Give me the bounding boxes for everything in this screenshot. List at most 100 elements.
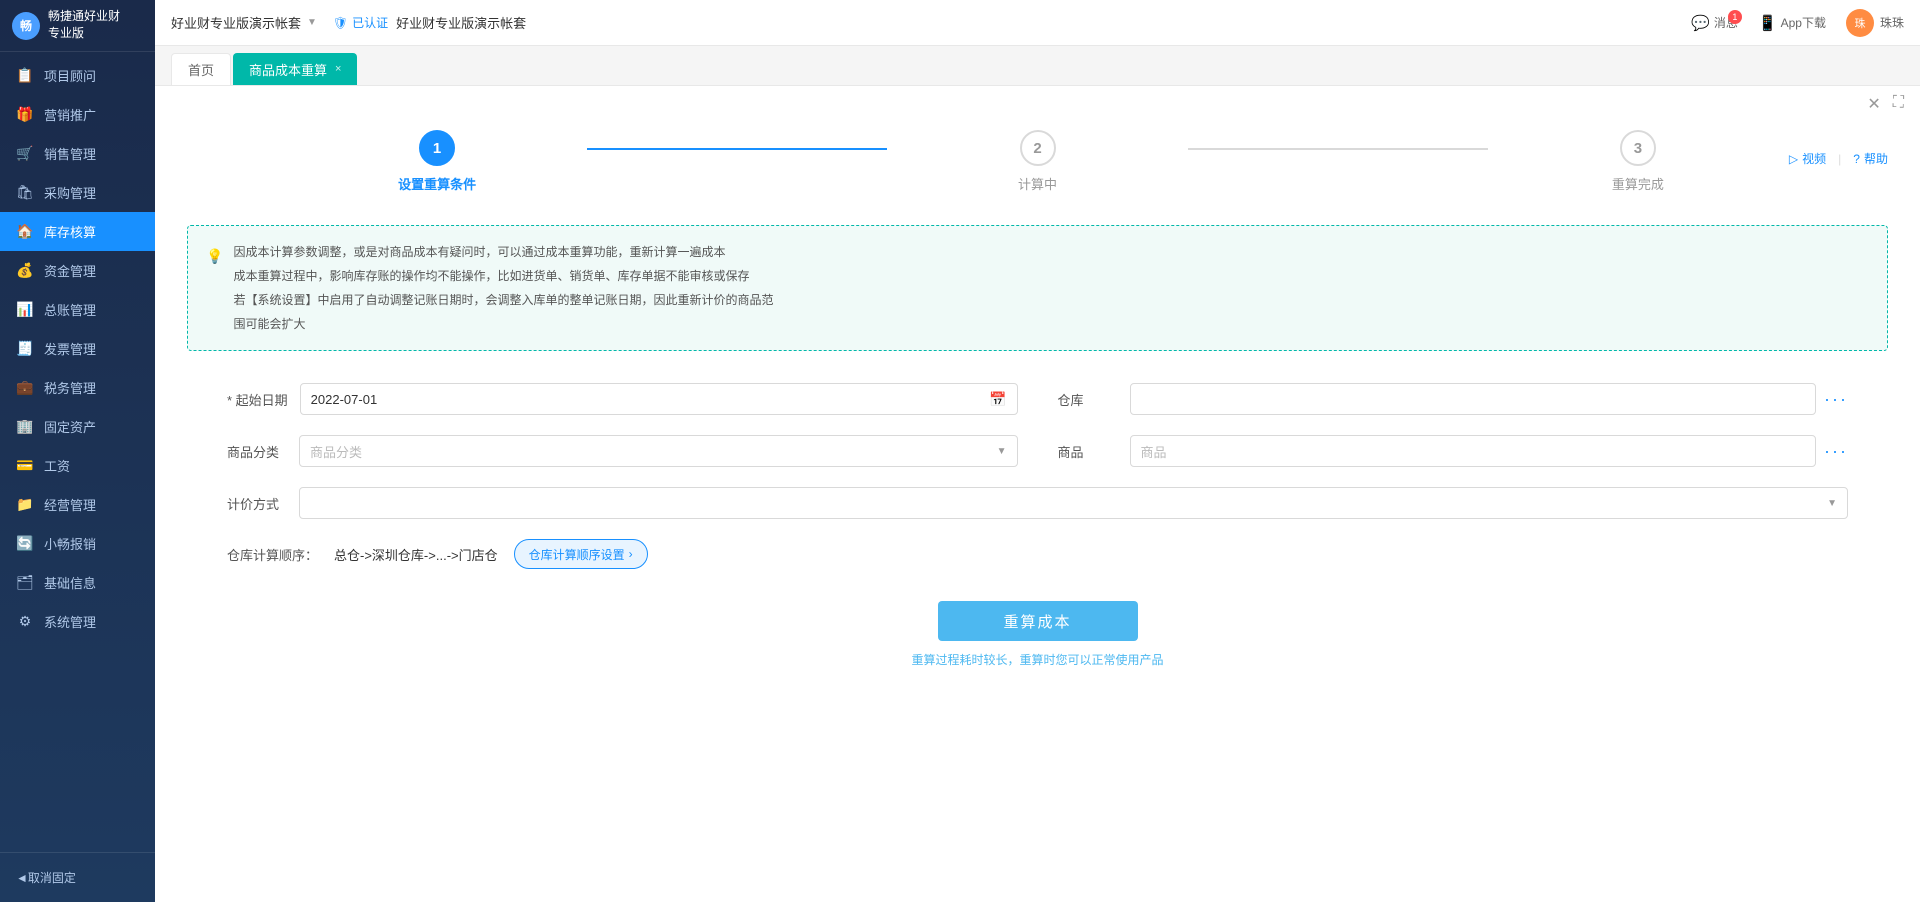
shield-icon: 🛡 <box>333 16 348 30</box>
sidebar-item-operation[interactable]: 📁 经营管理 <box>0 485 155 524</box>
sidebar-item-project[interactable]: 📋 项目顾问 <box>0 56 155 95</box>
dropdown-arrow-icon: ▼ <box>997 446 1007 457</box>
submit-button[interactable]: 重算成本 <box>938 601 1138 641</box>
sidebar-item-finance[interactable]: 💰 资金管理 <box>0 251 155 290</box>
tabbar: 首页 商品成本重算 × <box>155 46 1920 86</box>
sales-icon: 🛒 <box>16 145 34 163</box>
main-area: 好业财专业版演示帐套 ▼ 🛡 已认证 好业财专业版演示帐套 💬 消息 1 📱 A… <box>155 0 1920 902</box>
info-box: 💡 因成本计算参数调整，或是对商品成本有疑问时，可以通过成本重算功能，重新计算一… <box>187 225 1888 351</box>
expand-window-icon[interactable]: ⛶ <box>1893 94 1904 114</box>
step-3-label: 重算完成 <box>1612 174 1664 193</box>
form-section: * 起始日期 2022-07-01 📅 仓库 ··· 商品分类 <box>187 383 1888 467</box>
step-2-label: 计算中 <box>1018 174 1057 193</box>
start-date-input[interactable]: 2022-07-01 📅 <box>300 383 1018 415</box>
tax-icon: 💼 <box>16 379 34 397</box>
sidebar-item-fixed-asset[interactable]: 🏢 固定资产 <box>0 407 155 446</box>
project-icon: 📋 <box>16 67 34 85</box>
pricing-row: 计价方式 ▼ <box>187 487 1888 519</box>
sidebar-item-marketing[interactable]: 🎁 营销推广 <box>0 95 155 134</box>
start-date-value: 2022-07-01 <box>311 392 983 407</box>
system-icon: ⚙ <box>16 613 34 631</box>
sidebar-item-basic[interactable]: 🗂 基础信息 <box>0 563 155 602</box>
sidebar-item-tax[interactable]: 💼 税务管理 <box>0 368 155 407</box>
play-icon: ▷ <box>1789 152 1798 166</box>
sidebar-item-salary[interactable]: 💳 工资 <box>0 446 155 485</box>
accounting-icon: 📊 <box>16 301 34 319</box>
sidebar-item-purchase[interactable]: 🛍 采购管理 <box>0 173 155 212</box>
sidebar-item-inventory[interactable]: 🏠 库存核算 <box>0 212 155 251</box>
warehouse-label: 仓库 <box>1058 390 1118 409</box>
marketing-icon: 🎁 <box>16 106 34 124</box>
dropdown-arrow-icon: ▼ <box>307 17 317 28</box>
warehouse-input[interactable] <box>1130 383 1817 415</box>
step-line-1 <box>587 148 887 150</box>
category-row: 商品分类 商品分类 ▼ <box>227 435 1018 467</box>
purchase-icon: 🛍 <box>16 184 34 202</box>
step-3-circle: 3 <box>1620 130 1656 166</box>
operation-icon: 📁 <box>16 496 34 514</box>
bulb-icon: 💡 <box>206 242 223 270</box>
topbar: 好业财专业版演示帐套 ▼ 🛡 已认证 好业财专业版演示帐套 💬 消息 1 📱 A… <box>155 0 1920 46</box>
tab-home[interactable]: 首页 <box>171 53 231 85</box>
finance-icon: 💰 <box>16 262 34 280</box>
warehouse-calc-value: 总仓->深圳仓库->...->门店仓 <box>334 545 498 564</box>
sidebar-footer: ◄取消固定 <box>0 852 155 902</box>
video-help-link[interactable]: ▷ 视频 <box>1789 150 1826 167</box>
avatar: 珠 <box>1846 9 1874 37</box>
submit-hint: 重算过程耗时较长，重算时您可以正常使用产品 <box>911 651 1163 668</box>
help-link[interactable]: ? 帮助 <box>1853 150 1888 167</box>
goods-input[interactable]: 商品 <box>1130 435 1817 467</box>
start-date-row: * 起始日期 2022-07-01 📅 <box>227 383 1018 415</box>
notification-badge: 1 <box>1728 10 1742 24</box>
warehouse-calc-settings-button[interactable]: 仓库计算顺序设置 › <box>514 539 648 569</box>
start-date-label: * 起始日期 <box>227 390 288 409</box>
step-2: 2 计算中 <box>887 130 1187 193</box>
goods-more-icon[interactable]: ··· <box>1824 441 1848 462</box>
account-selector-text: 好业财专业版演示帐套 <box>171 13 301 32</box>
app-download-button[interactable]: 📱 App下载 <box>1758 14 1826 32</box>
fixed-asset-icon: 🏢 <box>16 418 34 436</box>
logo-icon: 畅 <box>12 12 40 40</box>
message-button[interactable]: 💬 消息 1 <box>1691 14 1738 32</box>
help-links: ▷ 视频 | ? 帮助 <box>1789 150 1888 167</box>
salary-icon: 💳 <box>16 457 34 475</box>
logo-text: 畅捷通好业财 <box>48 9 120 25</box>
sidebar-item-sales[interactable]: 🛒 销售管理 <box>0 134 155 173</box>
sidebar-item-expense[interactable]: 🔄 小畅报销 <box>0 524 155 563</box>
expense-icon: 🔄 <box>16 535 34 553</box>
submit-section: 重算成本 重算过程耗时较长，重算时您可以正常使用产品 <box>187 601 1888 668</box>
calendar-icon[interactable]: 📅 <box>989 391 1006 408</box>
content-area: ✕ ⛶ 1 设置重算条件 2 计算中 3 <box>155 86 1920 902</box>
topbar-actions: 💬 消息 1 📱 App下载 珠 珠珠 <box>1691 9 1904 37</box>
stepper: 1 设置重算条件 2 计算中 3 重算完成 ▷ <box>187 130 1888 193</box>
user-profile[interactable]: 珠 珠珠 <box>1846 9 1904 37</box>
phone-icon: 📱 <box>1758 14 1777 32</box>
category-select[interactable]: 商品分类 ▼ <box>299 435 1018 467</box>
window-controls: ✕ ⛶ <box>1867 94 1904 114</box>
unpin-button[interactable]: ◄取消固定 <box>0 861 155 894</box>
close-window-icon[interactable]: ✕ <box>1867 94 1880 114</box>
goods-row: 商品 商品 ··· <box>1058 435 1849 467</box>
step-1-label: 设置重算条件 <box>398 174 476 193</box>
invoice-icon: 🧾 <box>16 340 34 358</box>
warehouse-row: 仓库 ··· <box>1058 383 1849 415</box>
pricing-select[interactable]: ▼ <box>299 487 1848 519</box>
basic-icon: 🗂 <box>16 574 34 592</box>
goods-label: 商品 <box>1058 442 1118 461</box>
logo-sub: 专业版 <box>48 26 84 40</box>
tab-recalc[interactable]: 商品成本重算 × <box>233 53 357 85</box>
close-tab-icon[interactable]: × <box>335 63 341 75</box>
sidebar-item-invoice[interactable]: 🧾 发票管理 <box>0 329 155 368</box>
warehouse-more-icon[interactable]: ··· <box>1824 389 1848 410</box>
sidebar-item-system[interactable]: ⚙ 系统管理 <box>0 602 155 641</box>
pricing-label: 计价方式 <box>227 494 287 513</box>
sidebar-item-accounting[interactable]: 📊 总账管理 <box>0 290 155 329</box>
sidebar-logo: 畅 畅捷通好业财 专业版 <box>0 0 155 52</box>
chevron-right-icon: › <box>629 547 633 561</box>
account-selector[interactable]: 好业财专业版演示帐套 ▼ <box>171 13 317 32</box>
message-icon: 💬 <box>1691 14 1710 32</box>
inventory-icon: 🏠 <box>16 223 34 241</box>
sidebar: 畅 畅捷通好业财 专业版 📋 项目顾问 🎁 营销推广 🛒 销售管理 🛍 采购管理 <box>0 0 155 902</box>
pricing-dropdown-icon: ▼ <box>1827 498 1837 509</box>
warehouse-calc-row: 仓库计算顺序： 总仓->深圳仓库->...->门店仓 仓库计算顺序设置 › <box>187 539 1888 569</box>
